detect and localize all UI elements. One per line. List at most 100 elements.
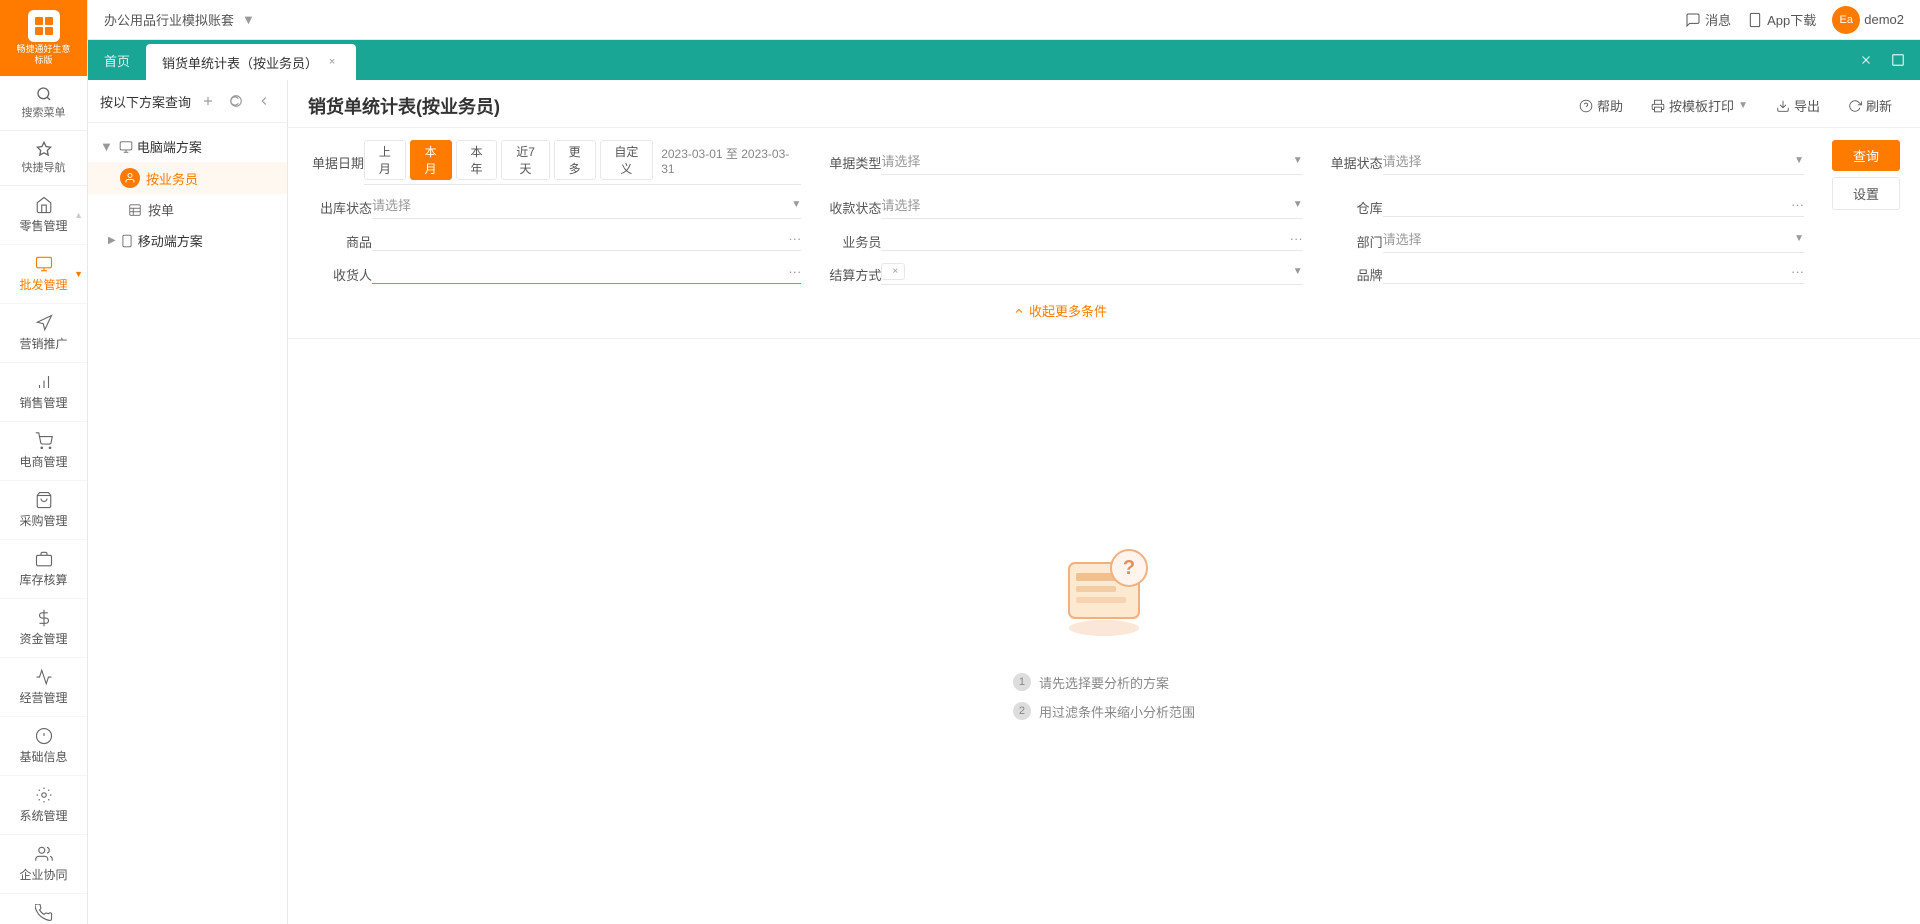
quick-nav-label: 快捷导航 [22, 159, 66, 175]
payment-tag: × [881, 263, 905, 280]
brand-control[interactable]: ··· [1383, 264, 1804, 284]
filter-row-4: 收货人 ··· 结算方式 [308, 263, 1812, 285]
tab-home[interactable]: 首页 [88, 40, 146, 80]
tab-maximize-btn[interactable] [1884, 46, 1912, 74]
print-dropdown-icon[interactable]: ▼ [1738, 100, 1748, 111]
out-status-select[interactable]: 请选择 ▼ [372, 195, 801, 219]
tab-close-window-btn[interactable] [1852, 46, 1880, 74]
message-icon [1685, 12, 1701, 28]
filter-cell-doc-type: 单据类型 请选择 ▼ [809, 140, 1310, 185]
export-btn[interactable]: 导出 [1768, 92, 1828, 119]
query-btn[interactable]: 查询 [1832, 140, 1900, 171]
sidebar-item-wholesale[interactable]: 批发管理 ▼ [0, 245, 87, 304]
doc-status-arrow: ▼ [1794, 155, 1804, 166]
sidebar-item-marketing[interactable]: 营销推广 [0, 304, 87, 363]
settings-btn[interactable]: 设置 [1832, 177, 1900, 210]
filter-cell-date: 单据日期 上月 本月 本年 近7天 更多 自定义 2023-03-01 至 20… [308, 140, 809, 185]
empty-step-1: 1 请先选择要分析的方案 [1013, 673, 1195, 692]
product-control[interactable]: ··· [372, 231, 801, 251]
help-icon [1579, 99, 1593, 113]
refresh-icon [1848, 99, 1862, 113]
sidebar-item-purchase[interactable]: 采购管理 [0, 481, 87, 540]
refresh-btn[interactable]: 刷新 [1840, 92, 1900, 119]
brand-dots[interactable]: ··· [1791, 264, 1804, 279]
tree-item-by-order[interactable]: 按单 [88, 194, 287, 225]
receive-status-select[interactable]: 请选择 ▼ [881, 195, 1302, 219]
action-col: 查询 设置 [1832, 140, 1900, 210]
quick-nav-btn[interactable]: 快捷导航 [0, 131, 87, 186]
search-menu-btn[interactable]: 搜索菜单 [0, 76, 87, 131]
out-status-placeholder: 请选择 [372, 195, 411, 214]
collapse-row: 收起更多条件 [308, 295, 1812, 326]
topbar: 办公用品行业模拟账套 ▼ 消息 App下载 Ea demo2 [88, 0, 1920, 40]
tab-sales-stat[interactable]: 销货单统计表（按业务员） × [146, 44, 356, 80]
filter-cell-out-status: 出库状态 请选择 ▼ [308, 195, 809, 219]
empty-icon: ? [1044, 533, 1164, 653]
sidebar-item-retail[interactable]: 零售管理 ▲ [0, 186, 87, 245]
receive-status-label: 收款状态 [817, 198, 881, 217]
out-status-label: 出库状态 [308, 198, 372, 217]
filter-main-grid: 单据日期 上月 本月 本年 近7天 更多 自定义 2023-03-01 至 20… [308, 140, 1812, 326]
doc-status-select[interactable]: 请选择 ▼ [1383, 151, 1804, 175]
dept-select[interactable]: 请选择 ▼ [1383, 229, 1804, 253]
sidebar-item-ecommerce[interactable]: 电商管理 [0, 422, 87, 481]
user-name: demo2 [1864, 12, 1904, 27]
message-btn[interactable]: 消息 [1685, 10, 1731, 29]
sidebar-item-basic-info[interactable]: 基础信息 [0, 717, 87, 776]
payment-select-area[interactable]: ▼ [909, 266, 1302, 277]
sidebar-item-sales[interactable]: 销售管理 [0, 363, 87, 422]
product-dots[interactable]: ··· [788, 231, 801, 246]
edit-scheme-btn[interactable] [225, 90, 247, 112]
sidebar-item-inventory[interactable]: 库存核算 [0, 540, 87, 599]
date-btn-this-year[interactable]: 本年 [456, 140, 498, 180]
main-area: 办公用品行业模拟账套 ▼ 消息 App下载 Ea demo2 首页 [88, 0, 1920, 924]
warehouse-dots[interactable]: ··· [1791, 197, 1804, 212]
date-btn-last-month[interactable]: 上月 [364, 140, 406, 180]
help-label: 帮助 [1597, 96, 1623, 115]
dropdown-icon[interactable]: ▼ [242, 12, 255, 27]
collapse-panel-btn[interactable] [253, 90, 275, 112]
add-scheme-btn[interactable] [197, 90, 219, 112]
date-btn-custom[interactable]: 自定义 [600, 140, 654, 180]
salesperson-dots[interactable]: ··· [1290, 231, 1303, 246]
sidebar-item-system[interactable]: 系统管理 [0, 776, 87, 835]
date-range-text: 2023-03-01 至 2023-03-31 [661, 145, 801, 176]
tree-group-mobile-header[interactable]: ▶ 移动端方案 [88, 225, 287, 256]
sidebar-item-operations[interactable]: 经营管理 [0, 658, 87, 717]
filter-cell-receive-status: 收款状态 请选择 ▼ [809, 195, 1310, 219]
receiver-dots[interactable]: ··· [788, 264, 801, 279]
left-panel: 按以下方案查询 ▼ 电脑端方案 [88, 80, 288, 924]
help-btn[interactable]: 帮助 [1571, 92, 1631, 119]
page-header-actions: 帮助 按模板打印 ▼ 导出 刷新 [1571, 92, 1900, 119]
filter-cell-doc-status: 单据状态 请选择 ▼ [1311, 140, 1812, 185]
tree-item-salesperson-label: 按业务员 [146, 169, 198, 188]
date-btn-this-month[interactable]: 本月 [410, 140, 452, 180]
left-panel-header-actions [197, 90, 275, 112]
tab-close-btn[interactable]: × [324, 54, 340, 70]
topbar-right: 消息 App下载 Ea demo2 [1685, 6, 1904, 34]
receiver-control[interactable]: ··· [372, 264, 801, 284]
print-btn[interactable]: 按模板打印 ▼ [1643, 92, 1756, 119]
tree-item-salesperson[interactable]: 按业务员 [88, 162, 287, 194]
sidebar-item-newbie[interactable]: 新手引导 [0, 894, 87, 924]
warehouse-select[interactable]: ··· [1383, 197, 1804, 217]
salesperson-scheme-icon [120, 168, 140, 188]
date-btn-7days[interactable]: 近7天 [501, 140, 549, 180]
date-btn-more[interactable]: 更多 [554, 140, 596, 180]
salesperson-control[interactable]: ··· [881, 231, 1302, 251]
collapse-btn[interactable]: 收起更多条件 [1013, 295, 1107, 326]
receiver-input[interactable] [372, 264, 788, 279]
tree-group-pc-header[interactable]: ▼ 电脑端方案 [88, 131, 287, 162]
filter-area: 单据日期 上月 本月 本年 近7天 更多 自定义 2023-03-01 至 20… [288, 128, 1920, 339]
brand-label: 品牌 [1319, 265, 1383, 284]
sidebar-item-finance[interactable]: 资金管理 [0, 599, 87, 658]
search-menu-label: 搜索菜单 [22, 104, 66, 120]
doc-type-select[interactable]: 请选择 ▼ [881, 151, 1302, 175]
payment-tag-close[interactable]: × [892, 266, 898, 277]
filter-cell-dept: 部门 请选择 ▼ [1311, 229, 1812, 253]
app-download-btn[interactable]: App下载 [1747, 10, 1816, 29]
sidebar-item-enterprise[interactable]: 企业协同 [0, 835, 87, 894]
dept-arrow: ▼ [1794, 233, 1804, 244]
print-icon [1651, 99, 1665, 113]
user-profile[interactable]: Ea demo2 [1832, 6, 1904, 34]
